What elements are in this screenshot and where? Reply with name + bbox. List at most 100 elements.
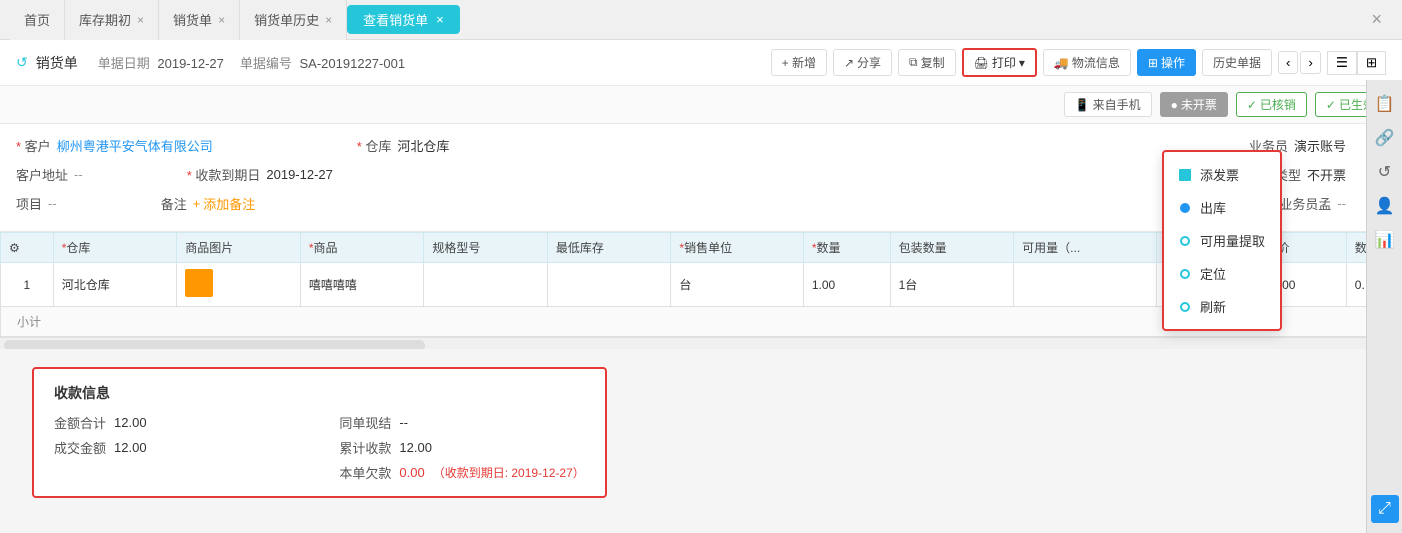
refresh-icon bbox=[1178, 300, 1192, 314]
col-available: 可用量（... bbox=[1014, 233, 1157, 263]
row-warehouse: 河北仓库 bbox=[53, 263, 177, 307]
tab-home[interactable]: 首页 bbox=[10, 0, 65, 40]
payment-grid: 金额合计 12.00 同单现结 -- 成交金额 12.00 累计收款 bbox=[54, 413, 585, 482]
settings-icon[interactable]: ⚙ bbox=[9, 241, 20, 255]
sidebar-sync-icon[interactable]: ↺ bbox=[1371, 158, 1399, 186]
row-spec bbox=[424, 263, 548, 307]
dropdown-item-refresh[interactable]: 刷新 bbox=[1164, 290, 1280, 323]
sidebar-doc-icon[interactable]: 📋 bbox=[1371, 90, 1399, 118]
new-button[interactable]: + 新增 bbox=[771, 49, 827, 76]
sidebar-chart-icon[interactable]: 📊 bbox=[1371, 226, 1399, 254]
col-gear: ⚙ bbox=[1, 233, 54, 263]
dropdown-item-available[interactable]: 可用量提取 bbox=[1164, 224, 1280, 257]
print-dropdown-icon: ▾ bbox=[1019, 56, 1025, 70]
warehouse-value: 河北仓库 bbox=[397, 136, 449, 155]
add-ticket-icon bbox=[1178, 168, 1192, 182]
not-open-ticket-button[interactable]: ● 未开票 bbox=[1160, 92, 1228, 117]
sidebar-user-icon[interactable]: 👤 bbox=[1371, 192, 1399, 220]
close-tab-history[interactable]: × bbox=[325, 13, 332, 27]
row-no: 1 bbox=[1, 263, 54, 307]
due-date-label: 收款到期日 bbox=[187, 165, 261, 184]
tab-view-sales[interactable]: 查看销货单 × bbox=[347, 5, 460, 34]
horizontal-scrollbar[interactable] bbox=[0, 337, 1402, 349]
project-label: 项目 bbox=[16, 194, 42, 213]
address-value: -- bbox=[74, 167, 83, 182]
address-label: 客户地址 bbox=[16, 165, 68, 184]
project-value: -- bbox=[48, 196, 57, 211]
col-min-stock: 最低库存 bbox=[547, 233, 671, 263]
close-tab-view[interactable]: × bbox=[436, 12, 444, 27]
staff2-value: -- bbox=[1337, 196, 1346, 211]
col-pack-qty: 包装数量 bbox=[890, 233, 1014, 263]
main-content: ↺ 销货单 单据日期 2019-12-27 单据编号 SA-20191227-0… bbox=[0, 40, 1402, 533]
col-spec: 规格型号 bbox=[424, 233, 548, 263]
ticket-value: 不开票 bbox=[1307, 165, 1346, 184]
col-product: *商品 bbox=[300, 233, 424, 263]
row-product: 嘻嘻嘻嘻 bbox=[300, 263, 424, 307]
same-order-row: 同单现结 -- bbox=[339, 413, 584, 432]
doc-meta: 单据日期 2019-12-27 单据编号 SA-20191227-001 bbox=[98, 53, 405, 72]
customer-label: 客户 bbox=[16, 136, 51, 155]
scrollbar-track[interactable] bbox=[4, 340, 425, 349]
next-button[interactable]: › bbox=[1300, 51, 1320, 74]
col-warehouse: *仓库 bbox=[53, 233, 177, 263]
note-field: 备注 + 添加备注 bbox=[161, 194, 256, 213]
logistics-button[interactable]: 🚚 物流信息 bbox=[1043, 49, 1131, 76]
copy-icon: ⧉ bbox=[909, 55, 918, 70]
tab-sales[interactable]: 销货单 × bbox=[159, 0, 240, 40]
history-button[interactable]: 历史单据 bbox=[1202, 49, 1272, 76]
customer-field: 客户 柳州粤港平安气体有限公司 bbox=[16, 136, 213, 155]
prev-button[interactable]: ‹ bbox=[1278, 51, 1298, 74]
tab-inventory[interactable]: 库存期初 × bbox=[65, 0, 159, 40]
staff-value: 演示账号 bbox=[1294, 136, 1346, 155]
col-qty: *数量 bbox=[803, 233, 890, 263]
copy-button[interactable]: ⧉ 复制 bbox=[898, 49, 956, 76]
list-view-button[interactable]: ☰ bbox=[1327, 51, 1357, 75]
doc-title-area: ↺ 销货单 bbox=[16, 53, 78, 73]
cumulative-row: 累计收款 12.00 bbox=[339, 438, 584, 457]
toolbar: ↺ 销货单 单据日期 2019-12-27 单据编号 SA-20191227-0… bbox=[0, 40, 1402, 86]
address-field: 客户地址 -- bbox=[16, 165, 83, 184]
print-button[interactable]: 🖨 打印 ▾ bbox=[962, 48, 1037, 77]
view-buttons: ☰ ⊞ bbox=[1327, 51, 1386, 75]
dropdown-item-add-ticket[interactable]: 添发票 bbox=[1164, 158, 1280, 191]
due-date-value: 2019-12-27 bbox=[266, 167, 333, 182]
row-unit: 台 bbox=[671, 263, 803, 307]
operation-dropdown: 添发票 出库 可用量提取 定位 刷新 bbox=[1162, 150, 1282, 331]
close-tab-inventory[interactable]: × bbox=[137, 13, 144, 27]
total-amount-row: 金额合计 12.00 bbox=[54, 413, 299, 432]
row-min-stock bbox=[547, 263, 671, 307]
action-bar: 📱 来自手机 ● 未开票 ✓ 已核销 ✓ 已生效 bbox=[0, 86, 1402, 124]
check-icon: ✓ bbox=[1247, 98, 1257, 112]
sidebar-link-icon[interactable]: 🔗 bbox=[1371, 124, 1399, 152]
available-icon bbox=[1178, 234, 1192, 248]
doc-type-label: 销货单 bbox=[36, 53, 78, 73]
checked-button[interactable]: ✓ 已核销 bbox=[1236, 92, 1307, 117]
warehouse-label: 仓库 bbox=[357, 136, 392, 155]
phone-icon: 📱 bbox=[1075, 98, 1090, 112]
doc-icon: ↺ bbox=[16, 54, 28, 71]
grid-view-button[interactable]: ⊞ bbox=[1357, 51, 1386, 75]
add-note-button[interactable]: + 添加备注 bbox=[193, 194, 256, 213]
dropdown-item-outbound[interactable]: 出库 bbox=[1164, 191, 1280, 224]
tab-history[interactable]: 销货单历史 × bbox=[240, 0, 347, 40]
row-available bbox=[1014, 263, 1157, 307]
meta-no: 单据编号 SA-20191227-001 bbox=[240, 53, 405, 72]
operate-button[interactable]: ⊞ 操作 bbox=[1137, 49, 1196, 76]
due-date-field: 收款到期日 2019-12-27 bbox=[187, 165, 333, 184]
from-phone-button[interactable]: 📱 来自手机 bbox=[1064, 92, 1152, 117]
payment-box: 收款信息 金额合计 12.00 同单现结 -- 成交金额 12.00 bbox=[32, 367, 607, 498]
row-qty: 1.00 bbox=[803, 263, 890, 307]
grid-icon: ⊞ bbox=[1148, 56, 1158, 70]
customer-value[interactable]: 柳州粤港平安气体有限公司 bbox=[57, 136, 213, 155]
share-button[interactable]: ↗ 分享 bbox=[833, 49, 892, 76]
dropdown-item-locate[interactable]: 定位 bbox=[1164, 257, 1280, 290]
close-tab-sales[interactable]: × bbox=[218, 13, 225, 27]
window-close-button[interactable]: × bbox=[1361, 9, 1392, 30]
toolbar-right: + 新增 ↗ 分享 ⧉ 复制 🖨 打印 ▾ 🚚 bbox=[771, 48, 1386, 77]
col-unit: *销售单位 bbox=[671, 233, 803, 263]
print-icon: 🖨 bbox=[974, 56, 989, 70]
deal-amount-row: 成交金额 12.00 bbox=[54, 438, 299, 457]
payment-section: 收款信息 金额合计 12.00 同单现结 -- 成交金额 12.00 bbox=[0, 349, 1402, 516]
sidebar-expand-button[interactable]: ⤢ bbox=[1371, 495, 1399, 523]
